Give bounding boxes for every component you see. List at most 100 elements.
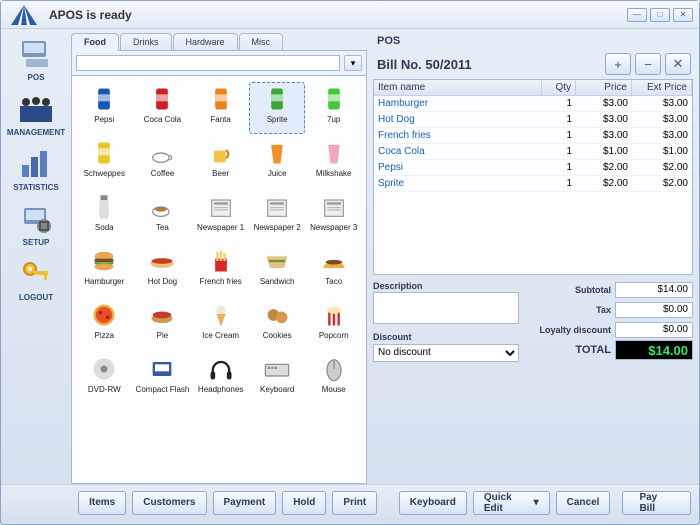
- description-input[interactable]: [373, 292, 519, 324]
- product-coffee[interactable]: Coffee: [133, 136, 193, 188]
- can-yellow-icon: [90, 139, 118, 167]
- product-label: Sprite: [252, 115, 303, 124]
- product-sprite[interactable]: Sprite: [249, 82, 306, 134]
- product-cookies[interactable]: Cookies: [249, 298, 306, 350]
- mug-icon: [207, 139, 235, 167]
- product-sandwich[interactable]: Sandwich: [249, 244, 306, 296]
- cf-icon: [148, 355, 176, 383]
- product-label: Mouse: [308, 385, 359, 394]
- sidebar: POS MANAGEMENT STATISTICSSETUPLOGOUT: [1, 29, 71, 484]
- discount-select[interactable]: No discount: [373, 344, 519, 362]
- sidebar-label: MANAGEMENT: [4, 128, 68, 137]
- title: APOS is ready: [49, 8, 132, 22]
- product-taco[interactable]: Taco: [305, 244, 362, 296]
- product-label: Pie: [136, 331, 190, 340]
- tab-food[interactable]: Food: [71, 33, 119, 51]
- tab-misc[interactable]: Misc: [239, 33, 284, 51]
- payment-button[interactable]: Payment: [213, 491, 277, 515]
- product-tea[interactable]: Tea: [133, 190, 193, 242]
- product-popcorn[interactable]: Popcorn: [305, 298, 362, 350]
- product-headphones[interactable]: Headphones: [192, 352, 249, 404]
- cancel-button[interactable]: Cancel: [556, 491, 611, 515]
- product-newspaper-3[interactable]: Newspaper 3: [305, 190, 362, 242]
- paybill-button[interactable]: Pay Bill: [622, 491, 691, 515]
- product-schweppes[interactable]: Schweppes: [76, 136, 133, 188]
- product-label: Compact Flash: [136, 385, 190, 394]
- product-dvd-rw[interactable]: DVD-RW: [76, 352, 133, 404]
- table-row[interactable]: Hamburger1$3.00$3.00: [374, 96, 692, 112]
- product-label: Popcorn: [308, 331, 359, 340]
- hold-button[interactable]: Hold: [282, 491, 326, 515]
- product-beer[interactable]: Beer: [192, 136, 249, 188]
- loyalty-value: $0.00: [615, 322, 693, 338]
- tax-label: Tax: [523, 305, 615, 315]
- product-pepsi[interactable]: Pepsi: [76, 82, 133, 134]
- disc-icon: [90, 355, 118, 383]
- sidebar-item-management[interactable]: MANAGEMENT: [4, 90, 68, 141]
- items-button[interactable]: Items: [78, 491, 126, 515]
- product-hot-dog[interactable]: Hot Dog: [133, 244, 193, 296]
- product-label: Pepsi: [79, 115, 130, 124]
- product-grid: PepsiCoca ColaFantaSprite7up SchweppesCof…: [71, 76, 367, 484]
- search-row: ▾: [71, 50, 367, 76]
- product-newspaper-2[interactable]: Newspaper 2: [249, 190, 306, 242]
- col-name[interactable]: Item name: [374, 80, 542, 95]
- product-label: Newspaper 3: [308, 223, 359, 232]
- col-qty[interactable]: Qty: [542, 80, 576, 95]
- total-label: TOTAL: [523, 344, 615, 356]
- product-soda[interactable]: Soda: [76, 190, 133, 242]
- table-row[interactable]: Sprite1$2.00$2.00: [374, 176, 692, 192]
- keyboard-button[interactable]: Keyboard: [399, 491, 467, 515]
- col-price[interactable]: Price: [576, 80, 632, 95]
- quickedit-button[interactable]: Quick Edit ▾: [473, 491, 550, 515]
- product-compact-flash[interactable]: Compact Flash: [133, 352, 193, 404]
- col-ext[interactable]: Ext Price: [632, 80, 692, 95]
- can-blue-icon: [90, 85, 118, 113]
- product-label: Soda: [79, 223, 130, 232]
- product-label: Schweppes: [79, 169, 130, 178]
- sidebar-item-statistics[interactable]: STATISTICS: [4, 145, 68, 196]
- tax-value: $0.00: [615, 302, 693, 318]
- minimize-button[interactable]: —: [627, 8, 647, 22]
- close-button[interactable]: ✕: [673, 8, 693, 22]
- right-title: POS: [373, 33, 693, 53]
- customers-button[interactable]: Customers: [132, 491, 206, 515]
- headphones-icon: [207, 355, 235, 383]
- product-mouse[interactable]: Mouse: [305, 352, 362, 404]
- tab-hardware[interactable]: Hardware: [173, 33, 238, 51]
- table-row[interactable]: Coca Cola1$1.00$1.00: [374, 144, 692, 160]
- print-button[interactable]: Print: [332, 491, 377, 515]
- product-fanta[interactable]: Fanta: [192, 82, 249, 134]
- bill-remove-button[interactable]: −: [635, 53, 661, 75]
- bill-add-button[interactable]: +: [605, 53, 631, 75]
- product-ice-cream[interactable]: Ice Cream: [192, 298, 249, 350]
- product-coca-cola[interactable]: Coca Cola: [133, 82, 193, 134]
- tab-drinks[interactable]: Drinks: [120, 33, 172, 51]
- search-input[interactable]: [76, 55, 340, 71]
- product-hamburger[interactable]: Hamburger: [76, 244, 133, 296]
- table-row[interactable]: Pepsi1$2.00$2.00: [374, 160, 692, 176]
- subtotal-label: Subtotal: [523, 285, 615, 295]
- icecream-icon: [207, 301, 235, 329]
- pizza-icon: [90, 301, 118, 329]
- can-red-icon: [148, 85, 176, 113]
- maximize-button[interactable]: □: [650, 8, 670, 22]
- sandwich-icon: [263, 247, 291, 275]
- sidebar-item-logout[interactable]: LOGOUT: [4, 255, 68, 306]
- sidebar-item-pos[interactable]: POS: [4, 35, 68, 86]
- table-row[interactable]: Hot Dog1$3.00$3.00: [374, 112, 692, 128]
- product-newspaper-1[interactable]: Newspaper 1: [192, 190, 249, 242]
- product-pizza[interactable]: Pizza: [76, 298, 133, 350]
- product-keyboard[interactable]: Keyboard: [249, 352, 306, 404]
- search-next-button[interactable]: ▾: [344, 55, 362, 71]
- product-juice[interactable]: Juice: [249, 136, 306, 188]
- table-row[interactable]: French fries1$3.00$3.00: [374, 128, 692, 144]
- product-french-fries[interactable]: French fries: [192, 244, 249, 296]
- product-label: Cookies: [252, 331, 303, 340]
- product-milkshake[interactable]: Milkshake: [305, 136, 362, 188]
- bill-close-button[interactable]: ✕: [665, 53, 691, 75]
- product-7up[interactable]: 7up: [305, 82, 362, 134]
- product-pie[interactable]: Pie: [133, 298, 193, 350]
- product-label: Newspaper 1: [195, 223, 246, 232]
- sidebar-item-setup[interactable]: SETUP: [4, 200, 68, 251]
